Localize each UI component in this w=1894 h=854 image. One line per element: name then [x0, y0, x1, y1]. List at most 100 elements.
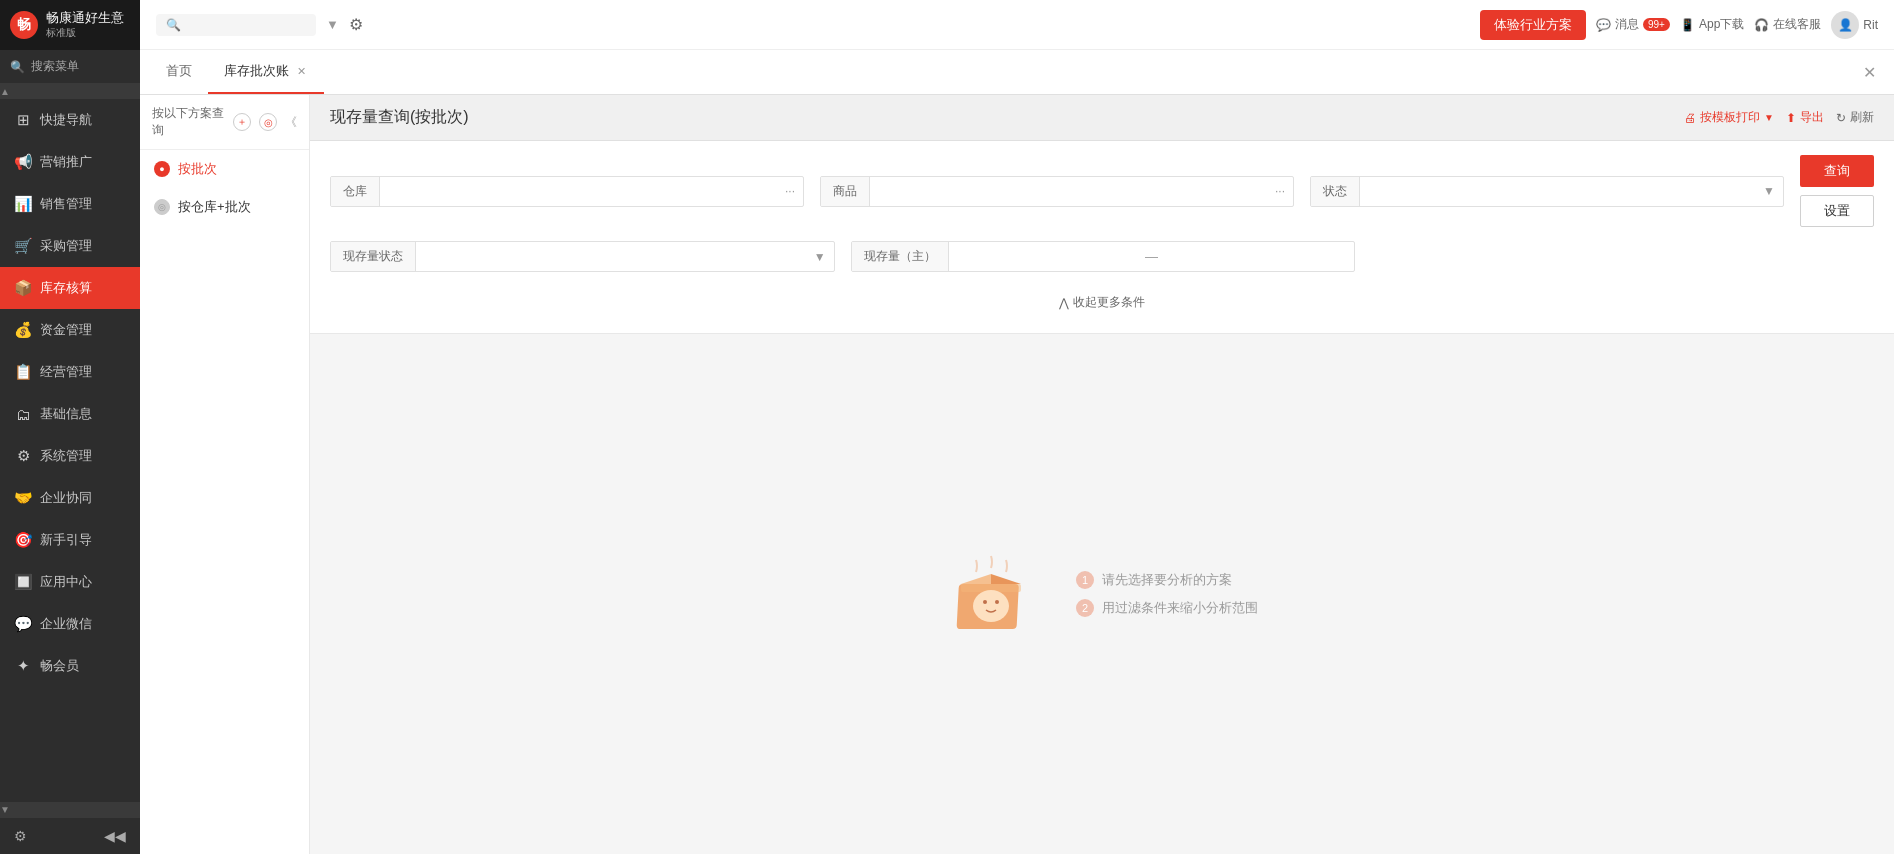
sidebar-item-label: 企业微信 [40, 615, 92, 633]
refresh-action[interactable]: ↻ 刷新 [1836, 109, 1874, 126]
inventory-status-input[interactable] [416, 244, 806, 270]
hint-item-2: 2 用过滤条件来缩小分析范围 [1076, 599, 1258, 617]
sidebar-item-label: 新手引导 [40, 531, 92, 549]
status-label: 状态 [1311, 177, 1360, 206]
print-icon: 🖨 [1684, 111, 1696, 125]
sidebar-item-label: 畅会员 [40, 657, 79, 675]
avatar-initials: 👤 [1838, 18, 1853, 32]
product-label: 商品 [821, 177, 870, 206]
settings-button[interactable]: 设置 [1800, 195, 1874, 227]
status-input[interactable] [1360, 178, 1755, 204]
online-service-action[interactable]: 🎧 在线客服 [1754, 16, 1821, 33]
product-more-icon[interactable]: ··· [1267, 178, 1293, 204]
inventory-qty-label: 现存量（主） [852, 242, 949, 271]
empty-illustration [946, 544, 1046, 644]
scheme-item-warehouse-batch[interactable]: ◎ 按仓库+批次 [140, 188, 309, 226]
sidebar-footer: ⚙ ◀◀ [0, 817, 140, 854]
page-header: 现存量查询(按批次) 🖨 按模板打印 ▼ ⬆ 导出 ↻ 刷新 [310, 95, 1894, 141]
svg-marker-1 [961, 574, 991, 584]
avatar: 👤 [1831, 11, 1859, 39]
inventory-status-chevron[interactable]: ▼ [806, 244, 834, 270]
sidebar-item-system[interactable]: ⚙ 系统管理 [0, 435, 140, 477]
app-download-action[interactable]: 📱 App下载 [1680, 16, 1744, 33]
wechat-icon: 💬 [14, 615, 32, 633]
content-area: 按以下方案查询 ＋ ◎ 《 ● 按批次 ◎ 按仓库+批次 现存量查询(按批次) [140, 95, 1894, 854]
user-profile[interactable]: 👤 Rit [1831, 11, 1878, 39]
product-input[interactable] [870, 178, 1267, 204]
collapse-sidebar-icon[interactable]: ◀◀ [104, 828, 126, 844]
export-action[interactable]: ⬆ 导出 [1786, 109, 1824, 126]
purchase-icon: 🛒 [14, 237, 32, 255]
sidebar-item-finance[interactable]: 💰 资金管理 [0, 309, 140, 351]
app-subtitle: 标准版 [46, 26, 124, 40]
panel-collapse-icon[interactable]: 《 [285, 114, 297, 131]
messages-action[interactable]: 💬 消息 99+ [1596, 16, 1670, 33]
sidebar-item-label: 快捷导航 [40, 111, 92, 129]
sidebar-item-operations[interactable]: 📋 经营管理 [0, 351, 140, 393]
quick-nav-icon: ⊞ [14, 111, 32, 129]
sidebar-header: 畅 畅康通好生意 标准版 [0, 0, 140, 50]
sidebar-item-purchase[interactable]: 🛒 采购管理 [0, 225, 140, 267]
topbar-chevron-icon[interactable]: ▼ [326, 17, 339, 32]
scheme-label: 按仓库+批次 [178, 198, 251, 216]
experience-btn[interactable]: 体验行业方案 [1480, 10, 1586, 40]
sidebar-item-apps[interactable]: 🔲 应用中心 [0, 561, 140, 603]
add-scheme-icon[interactable]: ＋ [233, 113, 251, 131]
inventory-qty-to[interactable] [1166, 244, 1354, 270]
tabs-close-right[interactable]: ✕ [1855, 59, 1884, 86]
scheme-settings-icon[interactable]: ◎ [259, 113, 277, 131]
sidebar-item-collab[interactable]: 🤝 企业协同 [0, 477, 140, 519]
system-icon: ⚙ [14, 447, 32, 465]
sidebar-item-label: 经营管理 [40, 363, 92, 381]
sidebar-item-basic[interactable]: 🗂 基础信息 [0, 393, 140, 435]
empty-hints: 1 请先选择要分析的方案 2 用过滤条件来缩小分析范围 [1076, 571, 1258, 617]
left-panel-title: 按以下方案查询 [152, 105, 233, 139]
topbar-gear-icon[interactable]: ⚙ [349, 15, 363, 34]
sidebar-item-quick-nav[interactable]: ⊞ 快捷导航 [0, 99, 140, 141]
refresh-label: 刷新 [1850, 109, 1874, 126]
inventory-icon: 📦 [14, 279, 32, 297]
inventory-qty-from[interactable] [949, 244, 1137, 270]
hint-num-1: 1 [1076, 571, 1094, 589]
sidebar-item-member[interactable]: ✦ 畅会员 [0, 645, 140, 687]
hint-text-1: 请先选择要分析的方案 [1102, 571, 1232, 589]
sidebar-item-sales[interactable]: 📊 销售管理 [0, 183, 140, 225]
app-logo: 畅 [10, 11, 38, 39]
sidebar-scroll-up[interactable]: ▲ [0, 84, 140, 99]
sidebar-item-inventory[interactable]: 📦 库存核算 [0, 267, 140, 309]
sidebar-item-label: 企业协同 [40, 489, 92, 507]
sidebar-item-marketing[interactable]: 📢 营销推广 [0, 141, 140, 183]
tab-home[interactable]: 首页 [150, 50, 208, 94]
sidebar-item-label: 应用中心 [40, 573, 92, 591]
topbar-search[interactable]: 🔍 [156, 14, 316, 36]
basic-icon: 🗂 [14, 406, 32, 423]
sidebar-item-wechat[interactable]: 💬 企业微信 [0, 603, 140, 645]
user-name: Rit [1863, 18, 1878, 32]
tab-inventory-batch[interactable]: 库存批次账 ✕ [208, 50, 324, 94]
tab-close-icon[interactable]: ✕ [295, 65, 308, 78]
sidebar-item-guide[interactable]: 🎯 新手引导 [0, 519, 140, 561]
search-label: 搜索菜单 [31, 58, 79, 75]
query-button[interactable]: 查询 [1800, 155, 1874, 187]
operations-icon: 📋 [14, 363, 32, 381]
tab-home-label: 首页 [166, 62, 192, 80]
tabs-bar: 首页 库存批次账 ✕ ✕ [140, 50, 1894, 95]
collapse-label: 收起更多条件 [1073, 294, 1145, 311]
app-title: 畅康通好生意 [46, 10, 124, 27]
sidebar: 畅 畅康通好生意 标准版 🔍 搜索菜单 ▲ ⊞ 快捷导航 📢 营销推广 📊 销售… [0, 0, 140, 854]
sidebar-search[interactable]: 🔍 搜索菜单 [0, 50, 140, 84]
warehouse-input[interactable] [380, 178, 777, 204]
warehouse-more-icon[interactable]: ··· [777, 178, 803, 204]
qty-separator: — [1137, 249, 1166, 264]
collapse-more-btn[interactable]: ⋀ 收起更多条件 [330, 286, 1874, 319]
main-area: 🔍 ▼ ⚙ 体验行业方案 💬 消息 99+ 📱 App下载 🎧 在线客服 👤 R… [140, 0, 1894, 854]
status-chevron-icon[interactable]: ▼ [1755, 178, 1783, 204]
topbar-search-icon: 🔍 [166, 18, 181, 32]
svg-point-4 [973, 590, 1009, 622]
svg-point-6 [995, 600, 999, 604]
settings-icon[interactable]: ⚙ [14, 828, 27, 844]
sidebar-scroll-down[interactable]: ▼ [0, 802, 140, 817]
online-service-label: 在线客服 [1773, 16, 1821, 33]
scheme-item-batch[interactable]: ● 按批次 [140, 150, 309, 188]
print-action[interactable]: 🖨 按模板打印 ▼ [1684, 109, 1774, 126]
